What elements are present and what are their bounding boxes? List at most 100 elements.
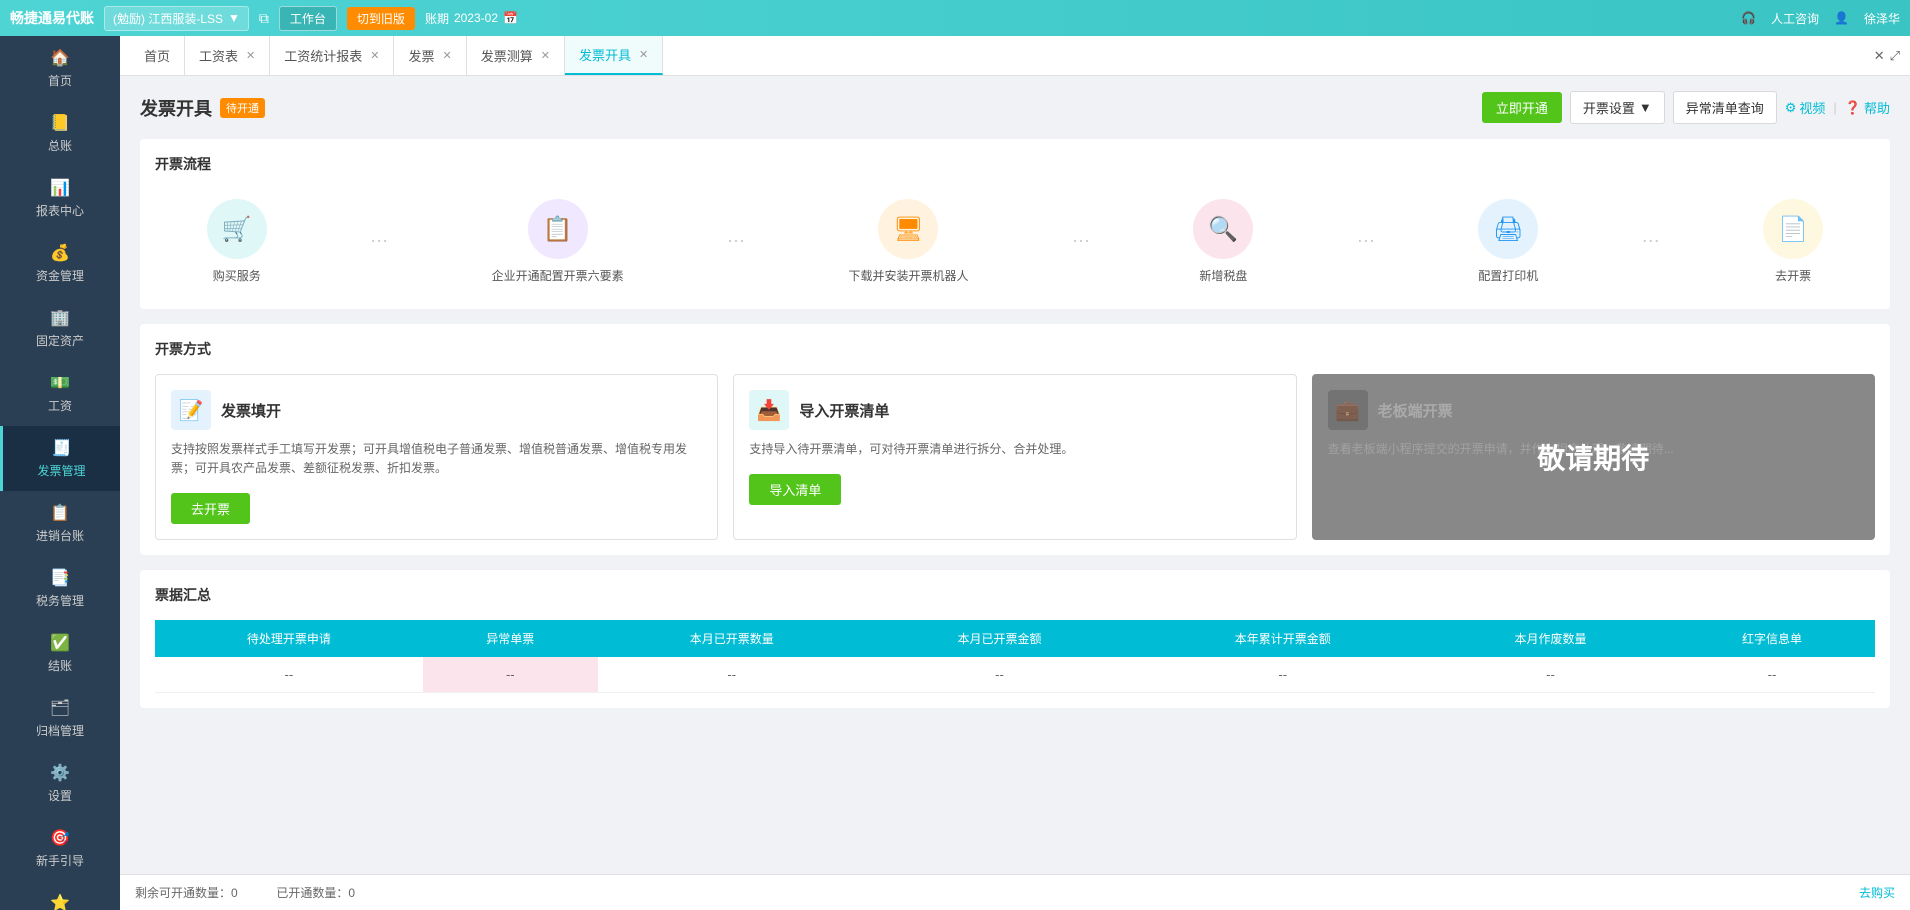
workspace-button[interactable]: 工作台 (279, 6, 337, 31)
val-month-count: -- (598, 657, 866, 693)
summary-section: 票据汇总 待处理开票申请 异常单票 本月已开票数量 本月已开票金额 本年累计开票… (140, 570, 1890, 708)
val-red-info: -- (1669, 657, 1875, 693)
step-download[interactable]: 🖥 下载并安装开票机器人 (848, 199, 968, 284)
col-red-info: 红字信息单 (1669, 620, 1875, 657)
sales-icon: 📋 (50, 503, 70, 523)
status-badge: 待开通 (220, 98, 265, 118)
step-buy[interactable]: 🛒 购买服务 (207, 199, 267, 284)
user-name[interactable]: 徐泽华 (1864, 10, 1900, 27)
tab-invoice[interactable]: 发票 ✕ (394, 36, 466, 75)
tab-salary-table-close[interactable]: ✕ (246, 49, 255, 62)
divider1: | (1833, 100, 1836, 115)
tab-home-label: 首页 (144, 46, 170, 65)
step-buy-icon: 🛒 (207, 199, 267, 259)
support-label[interactable]: 人工咨询 (1771, 10, 1819, 27)
page-content: 发票开具 待开通 立即开通 开票设置 ▼ 异常清单查询 ⚙ 视频 (120, 76, 1910, 874)
sidebar-label-guide: 新手引导 (36, 852, 84, 869)
method-card-import: 📥 导入开票清单 支持导入待开票清单，可对待开票清单进行拆分、合并处理。 导入清… (733, 374, 1296, 540)
user-icon: 👤 (1834, 11, 1849, 25)
sidebar-item-settings[interactable]: ⚙️ 设置 (0, 751, 120, 816)
step-configure-label: 企业开通配置开票六要素 (492, 267, 624, 284)
close-tab-icon[interactable]: ✕ (1874, 48, 1885, 64)
import-list-button[interactable]: 导入清单 (749, 474, 841, 505)
help-icon: ❓ (1845, 100, 1861, 116)
method-boss-icon: 💼 (1328, 390, 1368, 430)
sidebar-item-settle[interactable]: ✅ 结账 (0, 621, 120, 686)
views-icon: ⚙ (1785, 100, 1797, 116)
opened-label: 已开通数量：0 (276, 886, 355, 900)
col-month-amount: 本月已开票金额 (866, 620, 1134, 657)
immediate-open-button[interactable]: 立即开通 (1482, 92, 1562, 123)
sidebar-item-guide[interactable]: 🎯 新手引导 (0, 816, 120, 881)
tab-salary-table[interactable]: 工资表 ✕ (185, 36, 270, 75)
invoice-icon: 🧾 (52, 438, 72, 458)
sidebar-label-ledger: 总账 (48, 137, 72, 154)
company-selector[interactable]: (勉励) 江西服装-LSS ▼ (104, 6, 249, 31)
help-label: 帮助 (1864, 98, 1890, 117)
sidebar: 🏠 首页 📒 总账 📊 报表中心 💰 资金管理 🏢 固定资产 💵 工资 (0, 36, 120, 910)
period-value: 2023-02 (454, 11, 498, 25)
tab-salary-stats[interactable]: 工资统计报表 ✕ (270, 36, 394, 75)
calendar-icon: 📅 (503, 11, 518, 25)
col-month-count: 本月已开票数量 (598, 620, 866, 657)
member-icon: ⭐ (50, 893, 70, 910)
step-download-label: 下载并安装开票机器人 (848, 267, 968, 284)
step-issue-icon: 📄 (1763, 199, 1823, 259)
process-flow-section: 开票流程 🛒 购买服务 ⋯ 📋 企业开通配置开票六要素 ⋯ (140, 139, 1890, 309)
tab-invoice-calc[interactable]: 发票测算 ✕ (467, 36, 565, 75)
step-issue[interactable]: 📄 去开票 (1763, 199, 1823, 284)
arrow5: ⋯ (1642, 231, 1660, 252)
val-year-amount: -- (1133, 657, 1432, 693)
step-printer-label: 配置打印机 (1478, 267, 1538, 284)
arrow1: ⋯ (370, 231, 388, 252)
method-import-header: 📥 导入开票清单 (749, 390, 1280, 430)
archive-icon: 🗂 (50, 698, 70, 718)
tab-salary-stats-label: 工资统计报表 (284, 46, 362, 65)
sidebar-item-tax[interactable]: 📑 税务管理 (0, 556, 120, 621)
val-month-amount: -- (866, 657, 1134, 693)
sidebar-item-archive[interactable]: 🗂 归档管理 (0, 686, 120, 751)
sidebar-item-assets[interactable]: 🏢 固定资产 (0, 296, 120, 361)
switch-old-button[interactable]: 切到旧版 (347, 7, 415, 30)
help-button[interactable]: ❓ 帮助 (1845, 98, 1890, 117)
step-taxbox[interactable]: 🔍 新增税盘 (1193, 199, 1253, 284)
method-manual-desc: 支持按照发票样式手工填写开发票；可开具增值税电子普通发票、增值税普通发票、增值税… (171, 440, 702, 478)
dropdown-icon: ▼ (228, 11, 240, 25)
col-pending: 待处理开票申请 (155, 620, 423, 657)
process-flow: 🛒 购买服务 ⋯ 📋 企业开通配置开票六要素 ⋯ 🖥 下载并安装开票机器人 (155, 189, 1875, 294)
views-button[interactable]: ⚙ 视频 (1785, 98, 1826, 117)
expand-icon[interactable]: ⤢ (1890, 48, 1900, 64)
tab-invoice-calc-close[interactable]: ✕ (541, 49, 550, 62)
sidebar-item-member[interactable]: ⭐ 畅会员 (0, 881, 120, 910)
step-configure[interactable]: 📋 企业开通配置开票六要素 (492, 199, 624, 284)
step-printer[interactable]: 🖨 配置打印机 (1478, 199, 1538, 284)
tab-invoice-tool-close[interactable]: ✕ (639, 48, 648, 61)
arrow3: ⋯ (1072, 231, 1090, 252)
sidebar-label-settings: 设置 (48, 787, 72, 804)
sidebar-item-ledger[interactable]: 📒 总账 (0, 101, 120, 166)
open-settings-button[interactable]: 开票设置 ▼ (1570, 91, 1665, 124)
sidebar-item-reports[interactable]: 📊 报表中心 (0, 166, 120, 231)
sidebar-item-sales[interactable]: 📋 进销台账 (0, 491, 120, 556)
tab-salary-table-label: 工资表 (199, 46, 238, 65)
sidebar-item-salary[interactable]: 💵 工资 (0, 361, 120, 426)
sidebar-item-funds[interactable]: 💰 资金管理 (0, 231, 120, 296)
method-boss-header: 💼 老板端开票 (1328, 390, 1859, 430)
tab-invoice-close[interactable]: ✕ (443, 49, 452, 62)
method-import-icon: 📥 (749, 390, 789, 430)
sidebar-label-home: 首页 (48, 72, 72, 89)
tab-invoice-tool[interactable]: 发票开具 ✕ (565, 36, 663, 75)
period-selector[interactable]: 账期 2023-02 📅 (425, 10, 518, 27)
tab-home[interactable]: 首页 (130, 36, 185, 75)
period-label: 账期 (425, 10, 449, 27)
sidebar-label-reports: 报表中心 (36, 202, 84, 219)
go-issue-button[interactable]: 去开票 (171, 493, 250, 524)
buy-link[interactable]: 去购买 (1859, 884, 1895, 901)
views-label: 视频 (1799, 98, 1825, 117)
guide-icon: 🎯 (50, 828, 70, 848)
abnormal-query-button[interactable]: 异常清单查询 (1673, 91, 1777, 124)
sidebar-item-invoice[interactable]: 🧾 发票管理 (0, 426, 120, 491)
copy-icon: ⧉ (259, 10, 269, 27)
sidebar-item-home[interactable]: 🏠 首页 (0, 36, 120, 101)
tab-salary-stats-close[interactable]: ✕ (370, 49, 379, 62)
